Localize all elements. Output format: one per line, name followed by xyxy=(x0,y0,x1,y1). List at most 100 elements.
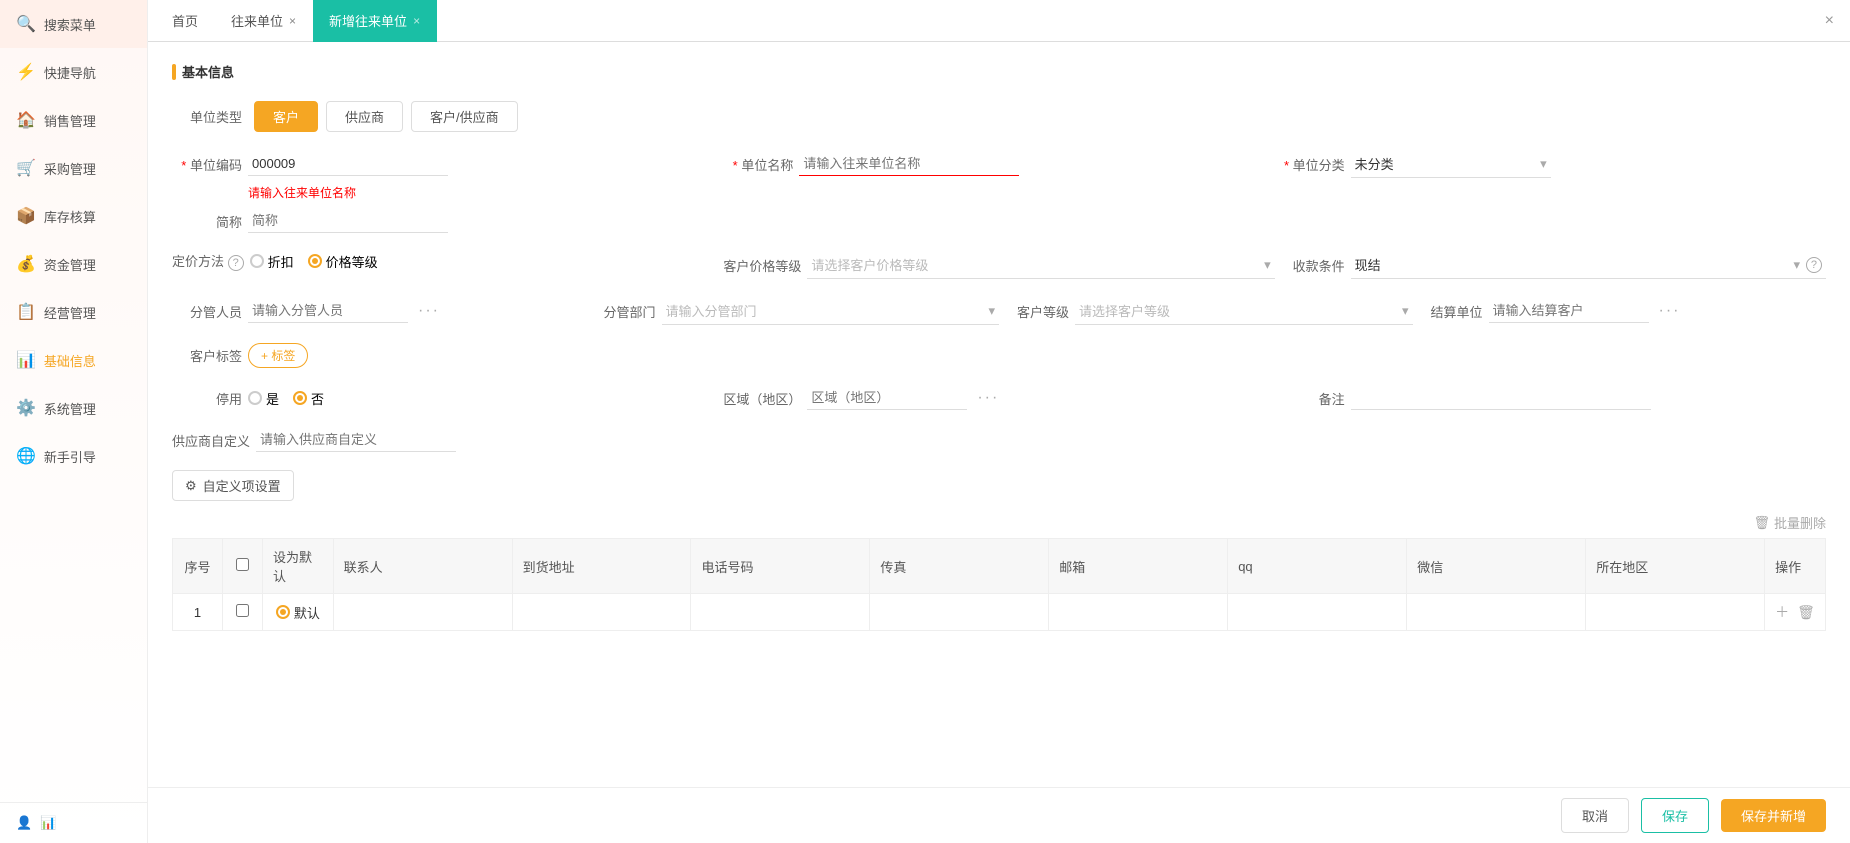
sidebar-item-tutorial[interactable]: 🌐 新手引导 xyxy=(0,432,147,480)
save-button[interactable]: 保存 xyxy=(1641,798,1709,833)
add-row-icon[interactable]: ＋ xyxy=(1775,602,1789,622)
sales-icon: 🏠 xyxy=(16,110,36,130)
payment-terms-select[interactable]: 现结 ▾ ? xyxy=(1351,251,1826,279)
sidebar-item-label: 采购管理 xyxy=(44,159,96,178)
type-btn-supplier[interactable]: 供应商 xyxy=(326,101,403,132)
customer-level-chevron-icon: ▾ xyxy=(1402,303,1409,319)
cancel-button[interactable]: 取消 xyxy=(1561,798,1629,833)
unit-category-chevron-icon: ▾ xyxy=(1540,156,1547,172)
radio-price-level[interactable]: 价格等级 xyxy=(308,252,378,271)
department-select[interactable]: 请输入分管部门 ▾ xyxy=(662,297,1000,325)
payment-terms-help-icon[interactable]: ? xyxy=(1806,257,1822,273)
radio-no[interactable]: 否 xyxy=(293,389,324,408)
sidebar-item-basic[interactable]: 📊 基础信息 xyxy=(0,336,147,384)
settlement-unit-dots-button[interactable]: ··· xyxy=(1655,302,1685,320)
payment-terms-chevron-icon: ▾ xyxy=(1793,257,1800,273)
sidebar-item-sales[interactable]: 🏠 销售管理 xyxy=(0,96,147,144)
tab-partners-close-icon[interactable]: × xyxy=(289,14,296,28)
cell-region-input[interactable] xyxy=(1596,605,1754,620)
pricing-radio-group: 折扣 价格等级 xyxy=(250,252,378,271)
custom-settings-button[interactable]: ⚙ 自定义项设置 xyxy=(172,470,294,501)
remark-input[interactable] xyxy=(1351,386,1651,410)
manager-input[interactable] xyxy=(248,299,408,323)
unit-type-buttons: 客户 供应商 客户/供应商 xyxy=(254,101,518,132)
customer-price-level-select[interactable]: 请选择客户价格等级 ▾ xyxy=(807,251,1274,279)
sidebar-item-label: 搜索菜单 xyxy=(44,15,96,34)
tab-partners-label: 往来单位 xyxy=(231,11,283,30)
customer-level-select[interactable]: 请选择客户等级 ▾ xyxy=(1075,297,1413,325)
delete-icon: 🗑 xyxy=(1753,515,1770,531)
tutorial-icon: 🌐 xyxy=(16,446,36,466)
cell-qq-input[interactable] xyxy=(1238,605,1396,620)
tab-new-partner-close-icon[interactable]: × xyxy=(413,14,420,28)
unit-type-field: 单位类型 客户 供应商 客户/供应商 xyxy=(172,101,1826,132)
cell-phone-input[interactable] xyxy=(701,605,859,620)
row-checkbox[interactable] xyxy=(236,604,249,617)
delete-row-icon[interactable]: 🗑 xyxy=(1797,604,1815,621)
col-fax: 传真 xyxy=(870,539,1049,594)
cell-seq: 1 xyxy=(173,594,223,631)
unit-name-input[interactable] xyxy=(799,152,1019,176)
radio-price-level-label: 价格等级 xyxy=(326,252,378,271)
unit-code-field: * 单位编码 xyxy=(172,152,723,176)
radio-no-label: 否 xyxy=(311,389,324,408)
radio-discount[interactable]: 折扣 xyxy=(250,252,294,271)
unit-category-select[interactable]: 未分类 ▾ xyxy=(1351,150,1551,178)
department-chevron-icon: ▾ xyxy=(988,303,995,319)
cell-address-input[interactable] xyxy=(523,605,681,620)
cell-email-input[interactable] xyxy=(1059,605,1217,620)
tab-bar-close-button[interactable]: × xyxy=(1817,8,1842,34)
save-new-button[interactable]: 保存并新增 xyxy=(1721,799,1826,832)
cell-contact-input[interactable] xyxy=(344,605,502,620)
supplier-custom-input[interactable] xyxy=(256,428,456,452)
add-tag-button[interactable]: + 标签 xyxy=(248,343,308,368)
region-dots-button[interactable]: ··· xyxy=(973,389,1003,407)
disabled-region-row: 停用 是 否 区域（地区） ··· 备注 xyxy=(172,386,1826,410)
region-label: 区域（地区） xyxy=(723,389,801,408)
supplier-custom-field: 供应商自定义 xyxy=(172,428,1826,452)
sidebar-item-system[interactable]: ⚙️ 系统管理 xyxy=(0,384,147,432)
manager-field: 分管人员 ··· xyxy=(172,299,586,323)
tab-new-partner[interactable]: 新增往来单位 × xyxy=(313,0,437,42)
sidebar-item-quick-nav[interactable]: ⚡ 快捷导航 xyxy=(0,48,147,96)
batch-delete-label: 批量删除 xyxy=(1774,513,1826,532)
row-actions: ＋ 🗑 xyxy=(1775,602,1815,622)
select-all-checkbox[interactable] xyxy=(236,558,249,571)
sidebar-item-label: 快捷导航 xyxy=(44,63,96,82)
tab-home[interactable]: 首页 xyxy=(156,0,215,42)
unit-code-input[interactable] xyxy=(248,152,448,176)
row-default-radio[interactable]: 默认 xyxy=(273,603,323,622)
sidebar-item-operations[interactable]: 📋 经营管理 xyxy=(0,288,147,336)
sidebar-item-finance[interactable]: 💰 资金管理 xyxy=(0,240,147,288)
short-name-input[interactable] xyxy=(248,209,448,233)
pricing-method-label: 定价方法 ? xyxy=(172,251,244,271)
unit-name-error-text: 请输入往来单位名称 xyxy=(248,184,1826,201)
type-btn-both[interactable]: 客户/供应商 xyxy=(411,101,518,132)
quick-nav-icon: ⚡ xyxy=(16,62,36,82)
settlement-unit-input[interactable] xyxy=(1489,299,1649,323)
cell-fax xyxy=(870,594,1049,631)
customer-price-level-label: 客户价格等级 xyxy=(723,256,801,275)
unit-type-label: 单位类型 xyxy=(172,107,242,126)
sidebar-item-inventory[interactable]: 📦 库存核算 xyxy=(0,192,147,240)
table-header-row: 序号 设为默认 联系人 到货地址 电话号码 传真 邮箱 qq 微信 所在地区 操… xyxy=(173,539,1826,594)
tab-partners[interactable]: 往来单位 × xyxy=(215,0,313,42)
row-default-radio-circle xyxy=(276,605,290,619)
cell-wechat-input[interactable] xyxy=(1417,605,1575,620)
region-input[interactable] xyxy=(807,386,967,410)
content-area: 基本信息 单位类型 客户 供应商 客户/供应商 * 单位编码 xyxy=(148,42,1850,787)
cell-qq xyxy=(1228,594,1407,631)
manager-dots-button[interactable]: ··· xyxy=(414,302,444,320)
batch-delete-button[interactable]: 🗑 批量删除 xyxy=(1753,513,1826,532)
sidebar-item-search[interactable]: 🔍 搜索菜单 xyxy=(0,0,147,48)
type-btn-customer[interactable]: 客户 xyxy=(254,101,318,132)
pricing-help-icon[interactable]: ? xyxy=(228,255,244,271)
unit-code-label: * 单位编码 xyxy=(172,155,242,174)
col-default: 设为默认 xyxy=(263,539,334,594)
sidebar-item-purchase[interactable]: 🛒 采购管理 xyxy=(0,144,147,192)
purchase-icon: 🛒 xyxy=(16,158,36,178)
supplier-custom-label: 供应商自定义 xyxy=(172,431,250,450)
cell-fax-input[interactable] xyxy=(880,605,1038,620)
radio-yes[interactable]: 是 xyxy=(248,389,279,408)
cell-region xyxy=(1586,594,1765,631)
